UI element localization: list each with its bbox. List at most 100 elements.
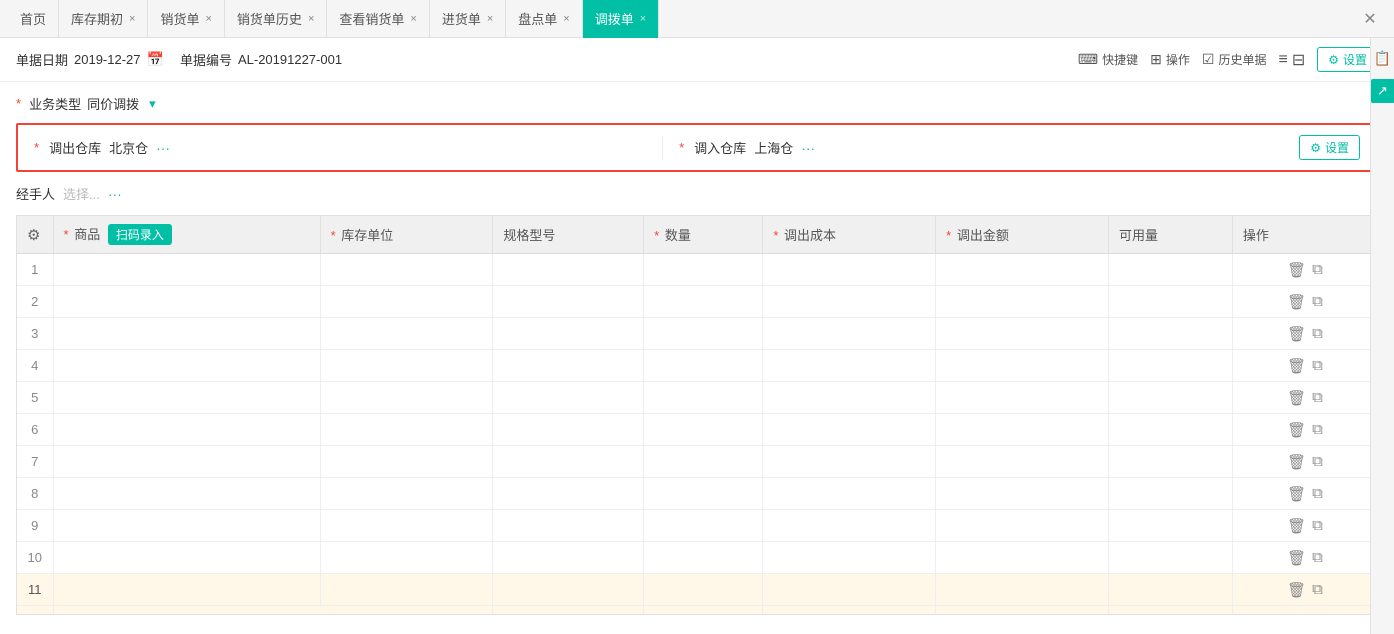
calendar-icon[interactable]: 📅 xyxy=(147,51,164,68)
row-available[interactable] xyxy=(1108,478,1232,510)
row-amount[interactable] xyxy=(936,286,1109,318)
row-amount[interactable] xyxy=(936,350,1109,382)
row-qty[interactable] xyxy=(644,574,763,606)
warehouse-out-value[interactable]: 北京仓 xyxy=(109,138,148,157)
tab-stocktake[interactable]: 盘点单 × xyxy=(506,0,582,38)
row-amount[interactable] xyxy=(936,510,1109,542)
warehouse-out-more-btn[interactable]: ··· xyxy=(156,140,170,156)
row-unit[interactable] xyxy=(320,446,493,478)
tab-transfer-close[interactable]: × xyxy=(640,13,646,25)
tab-purchase-order-close[interactable]: × xyxy=(487,13,493,25)
row-unit[interactable] xyxy=(320,254,493,286)
row-unit[interactable] xyxy=(320,382,493,414)
delete-icon[interactable]: 🗑 xyxy=(1287,389,1306,407)
delete-icon[interactable]: 🗑 xyxy=(1287,453,1306,471)
row-spec[interactable] xyxy=(493,478,644,510)
row-available[interactable] xyxy=(1108,414,1232,446)
row-cost[interactable] xyxy=(763,382,936,414)
row-qty[interactable] xyxy=(644,350,763,382)
settings-button[interactable]: ⚙ 设置 xyxy=(1317,47,1378,72)
row-cost[interactable] xyxy=(763,446,936,478)
th-gear[interactable]: ⚙ xyxy=(17,216,53,254)
tab-purchase-order[interactable]: 进货单 × xyxy=(430,0,506,38)
row-cost[interactable] xyxy=(763,318,936,350)
row-spec[interactable] xyxy=(493,542,644,574)
delete-icon[interactable]: 🗑 xyxy=(1287,549,1306,567)
list-view-icon[interactable]: ≡ xyxy=(1278,51,1287,69)
warehouse-in-value[interactable]: 上海仓 xyxy=(754,138,793,157)
copy-icon[interactable]: ⧉ xyxy=(1312,325,1323,342)
row-cost[interactable] xyxy=(763,286,936,318)
row-product[interactable] xyxy=(53,478,320,510)
row-qty[interactable] xyxy=(644,478,763,510)
row-unit[interactable] xyxy=(320,478,493,510)
row-available[interactable] xyxy=(1108,382,1232,414)
person-more-btn[interactable]: ··· xyxy=(108,186,122,202)
row-amount[interactable] xyxy=(936,414,1109,446)
tab-sales-history[interactable]: 销货单历史 × xyxy=(225,0,327,38)
row-product[interactable] xyxy=(53,414,320,446)
copy-icon[interactable]: ⧉ xyxy=(1312,581,1323,598)
row-available[interactable] xyxy=(1108,446,1232,478)
tab-home[interactable]: 首页 xyxy=(8,0,59,38)
row-spec[interactable] xyxy=(493,414,644,446)
row-spec[interactable] xyxy=(493,446,644,478)
row-available[interactable] xyxy=(1108,286,1232,318)
row-qty[interactable] xyxy=(644,414,763,446)
row-available[interactable] xyxy=(1108,254,1232,286)
business-type-dropdown-icon[interactable]: ▾ xyxy=(149,96,156,112)
row-qty[interactable] xyxy=(644,318,763,350)
sidebar-expand-icon[interactable]: ↗ xyxy=(1371,79,1394,103)
row-available[interactable] xyxy=(1108,542,1232,574)
copy-icon[interactable]: ⧉ xyxy=(1312,549,1323,566)
copy-icon[interactable]: ⧉ xyxy=(1312,421,1323,438)
row-spec[interactable] xyxy=(493,350,644,382)
tab-inventory-init[interactable]: 库存期初 × xyxy=(59,0,148,38)
row-product[interactable] xyxy=(53,542,320,574)
sidebar-note-icon[interactable]: 📋 xyxy=(1372,46,1393,71)
row-unit[interactable] xyxy=(320,350,493,382)
row-qty[interactable] xyxy=(644,542,763,574)
row-amount[interactable] xyxy=(936,318,1109,350)
tab-view-sales[interactable]: 查看销货单 × xyxy=(327,0,429,38)
tab-view-sales-close[interactable]: × xyxy=(410,13,416,25)
row-product[interactable] xyxy=(53,286,320,318)
row-product[interactable] xyxy=(53,254,320,286)
row-unit[interactable] xyxy=(320,574,493,606)
delete-icon[interactable]: 🗑 xyxy=(1287,581,1306,599)
row-spec[interactable] xyxy=(493,286,644,318)
row-available[interactable] xyxy=(1108,318,1232,350)
table-gear-icon[interactable]: ⚙ xyxy=(27,227,40,244)
delete-icon[interactable]: 🗑 xyxy=(1287,421,1306,439)
row-amount[interactable] xyxy=(936,574,1109,606)
row-spec[interactable] xyxy=(493,510,644,542)
tab-sales-order-close[interactable]: × xyxy=(205,13,211,25)
row-qty[interactable] xyxy=(644,286,763,318)
scan-button[interactable]: 扫码录入 xyxy=(108,224,172,245)
row-amount[interactable] xyxy=(936,478,1109,510)
row-unit[interactable] xyxy=(320,414,493,446)
person-input[interactable]: 选择... xyxy=(63,184,100,203)
row-product[interactable] xyxy=(53,318,320,350)
warehouse-settings-button[interactable]: ⚙ 设置 xyxy=(1299,135,1360,160)
tab-transfer[interactable]: 调拨单 × xyxy=(583,0,659,38)
warehouse-settings-btn[interactable]: ⚙ 设置 xyxy=(1299,135,1360,160)
row-qty[interactable] xyxy=(644,446,763,478)
row-cost[interactable] xyxy=(763,350,936,382)
delete-icon[interactable]: 🗑 xyxy=(1287,261,1306,279)
row-available[interactable] xyxy=(1108,574,1232,606)
row-available[interactable] xyxy=(1108,510,1232,542)
row-cost[interactable] xyxy=(763,254,936,286)
row-cost[interactable] xyxy=(763,478,936,510)
row-unit[interactable] xyxy=(320,510,493,542)
row-product[interactable] xyxy=(53,382,320,414)
delete-icon[interactable]: 🗑 xyxy=(1287,325,1306,343)
row-qty[interactable] xyxy=(644,510,763,542)
delete-icon[interactable]: 🗑 xyxy=(1287,485,1306,503)
copy-icon[interactable]: ⧉ xyxy=(1312,293,1323,310)
tab-inventory-init-close[interactable]: × xyxy=(129,13,135,25)
warehouse-in-more-btn[interactable]: ··· xyxy=(801,140,815,156)
row-amount[interactable] xyxy=(936,382,1109,414)
row-amount[interactable] xyxy=(936,542,1109,574)
row-unit[interactable] xyxy=(320,318,493,350)
